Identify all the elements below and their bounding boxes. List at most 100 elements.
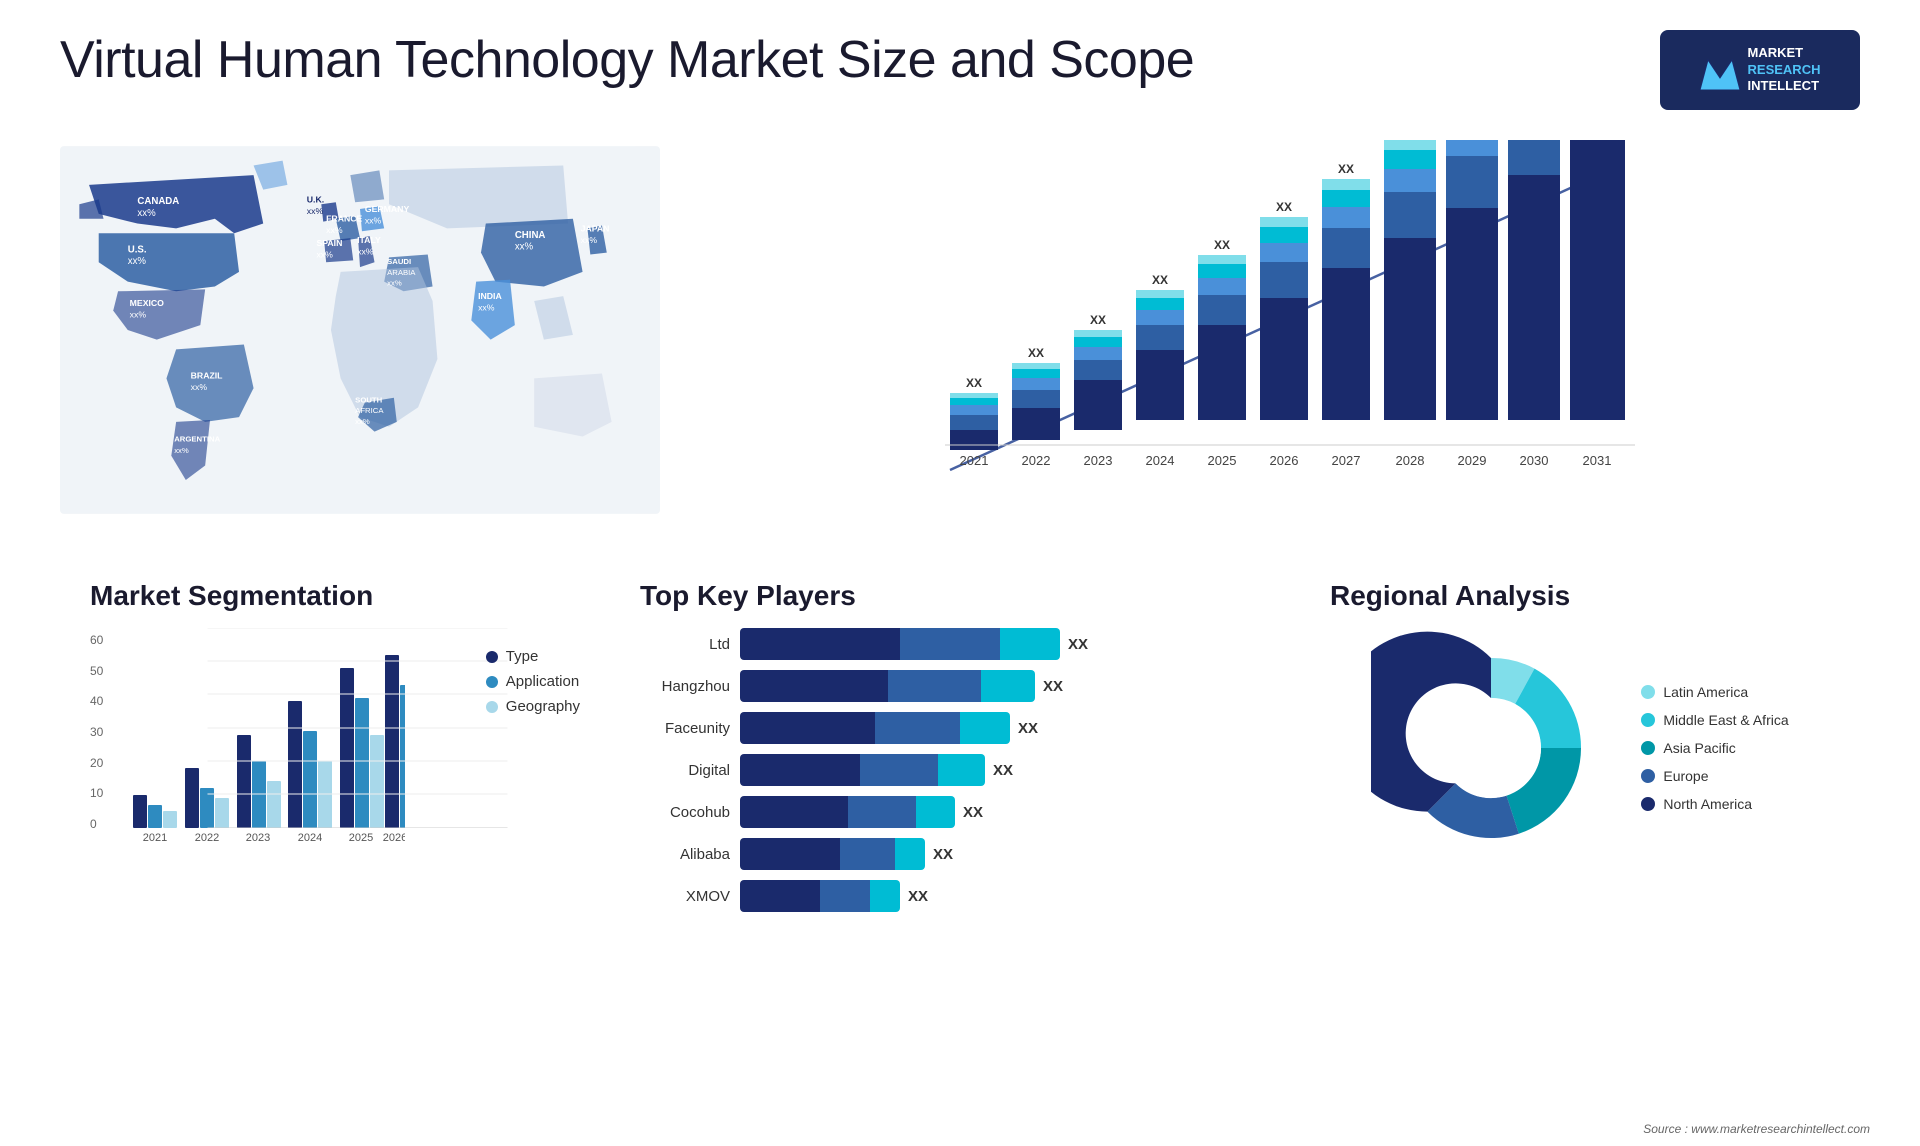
mea-label: Middle East & Africa (1663, 712, 1788, 728)
page-title: Virtual Human Technology Market Size and… (60, 30, 1194, 90)
bar-2025: XX 2025 (1198, 238, 1246, 468)
player-hangzhou-bar: XX (740, 670, 1280, 702)
seg-y6: 60 (90, 633, 115, 647)
svg-text:XX: XX (1338, 162, 1354, 176)
reg-legend-mea: Middle East & Africa (1641, 712, 1788, 728)
svg-text:xx%: xx% (130, 309, 147, 319)
geo-dot (486, 701, 498, 713)
logo-icon (1700, 50, 1740, 90)
svg-text:XX: XX (1276, 200, 1292, 214)
svg-text:xx%: xx% (137, 208, 156, 219)
asia-label: Asia Pacific (1663, 740, 1735, 756)
player-alibaba-val: XX (933, 846, 953, 863)
mea-dot (1641, 713, 1655, 727)
svg-text:2022: 2022 (1022, 453, 1051, 468)
bar-chart-section: XX 2021 XX 2022 (680, 130, 1880, 550)
svg-text:xx%: xx% (387, 278, 402, 287)
svg-text:ARABIA: ARABIA (387, 268, 416, 277)
svg-text:XX: XX (1028, 346, 1044, 360)
europe-dot (1641, 769, 1655, 783)
source-text: Source : www.marketresearchintellect.com (1643, 1122, 1870, 1136)
player-digital: Digital XX (640, 754, 1280, 786)
player-xmov-val: XX (908, 888, 928, 905)
bar-2024: XX 2024 (1136, 273, 1184, 468)
regional-section: Regional Analysis (1320, 570, 1840, 932)
svg-text:SOUTH: SOUTH (355, 396, 382, 405)
latin-dot (1641, 685, 1655, 699)
donut-chart (1371, 628, 1611, 868)
player-hangzhou-val: XX (1043, 678, 1063, 695)
players-title: Top Key Players (640, 580, 1280, 612)
north-america-dot (1641, 797, 1655, 811)
player-digital-val: XX (993, 762, 1013, 779)
svg-text:ARGENTINA: ARGENTINA (174, 434, 220, 443)
legend-application: Application (486, 673, 580, 690)
regional-title: Regional Analysis (1330, 580, 1830, 612)
svg-text:U.S.: U.S. (128, 245, 147, 256)
svg-text:MEXICO: MEXICO (130, 298, 165, 308)
player-faceunity-bar: XX (740, 712, 1280, 744)
players-chart: Ltd XX Hangzhou (640, 628, 1280, 912)
player-cocohub-val: XX (963, 804, 983, 821)
svg-text:SAUDI: SAUDI (387, 257, 411, 266)
geo-label: Geography (506, 698, 580, 715)
svg-text:XX: XX (1214, 238, 1230, 252)
player-alibaba-name: Alibaba (640, 846, 730, 863)
svg-text:2025: 2025 (349, 832, 373, 844)
svg-text:xx%: xx% (307, 206, 324, 216)
bar-2031: XX 2031 (1570, 140, 1625, 468)
bar-2030: XX 2030 (1508, 140, 1560, 468)
svg-text:2026: 2026 (1270, 453, 1299, 468)
svg-text:2026: 2026 (383, 832, 405, 844)
bar-2022: XX 2022 (1012, 346, 1060, 468)
player-hangzhou: Hangzhou XX (640, 670, 1280, 702)
svg-text:2024: 2024 (298, 832, 322, 844)
svg-text:2022: 2022 (195, 832, 219, 844)
north-america-label: North America (1663, 796, 1752, 812)
logo-text: MARKET RESEARCH INTELLECT (1748, 45, 1821, 96)
segmentation-section: Market Segmentation 60 50 40 30 20 10 0 (80, 570, 600, 932)
main-bar-chart: XX 2021 XX 2022 (720, 140, 1840, 520)
latin-label: Latin America (1663, 684, 1748, 700)
player-faceunity-val: XX (1018, 720, 1038, 737)
svg-text:2023: 2023 (1084, 453, 1113, 468)
logo-area: MARKET RESEARCH INTELLECT (1660, 30, 1860, 110)
svg-text:2021: 2021 (960, 453, 989, 468)
reg-legend-latin: Latin America (1641, 684, 1788, 700)
player-digital-name: Digital (640, 762, 730, 779)
seg-y4: 40 (90, 694, 115, 708)
svg-text:xx%: xx% (365, 216, 382, 226)
svg-text:xx%: xx% (355, 417, 370, 426)
content-grid: CANADA xx% U.S. xx% MEXICO xx% BRAZIL xx… (0, 130, 1920, 942)
svg-text:BRAZIL: BRAZIL (191, 370, 224, 380)
seg-y0: 0 (90, 817, 115, 831)
players-section: Top Key Players Ltd XX Hangzhou (620, 570, 1300, 932)
svg-text:xx%: xx% (478, 303, 495, 313)
svg-text:CHINA: CHINA (515, 230, 546, 241)
bar-chart-wrapper: XX 2021 XX 2022 (720, 140, 1840, 520)
svg-text:GERMANY: GERMANY (365, 204, 410, 214)
seg-y2: 20 (90, 756, 115, 770)
svg-text:2025: 2025 (1208, 453, 1237, 468)
bar-2021: XX 2021 (950, 376, 998, 468)
svg-text:2029: 2029 (1458, 453, 1487, 468)
player-hangzhou-name: Hangzhou (640, 678, 730, 695)
svg-text:AFRICA: AFRICA (355, 406, 384, 415)
app-label: Application (506, 673, 579, 690)
segmentation-title: Market Segmentation (90, 580, 590, 612)
player-xmov: XMOV XX (640, 880, 1280, 912)
player-xmov-name: XMOV (640, 888, 730, 905)
svg-text:CANADA: CANADA (137, 196, 179, 207)
svg-text:XX: XX (966, 376, 982, 390)
player-alibaba: Alibaba XX (640, 838, 1280, 870)
europe-label: Europe (1663, 768, 1708, 784)
svg-text:2024: 2024 (1146, 453, 1175, 468)
svg-text:2028: 2028 (1396, 453, 1425, 468)
player-ltd-val: XX (1068, 636, 1088, 653)
seg-legend: Type Application Geography (486, 648, 580, 715)
svg-text:xx%: xx% (191, 382, 208, 392)
player-digital-bar: XX (740, 754, 1280, 786)
regional-legend: Latin America Middle East & Africa Asia … (1641, 684, 1788, 812)
player-xmov-bar: XX (740, 880, 1280, 912)
seg-y3: 30 (90, 725, 115, 739)
